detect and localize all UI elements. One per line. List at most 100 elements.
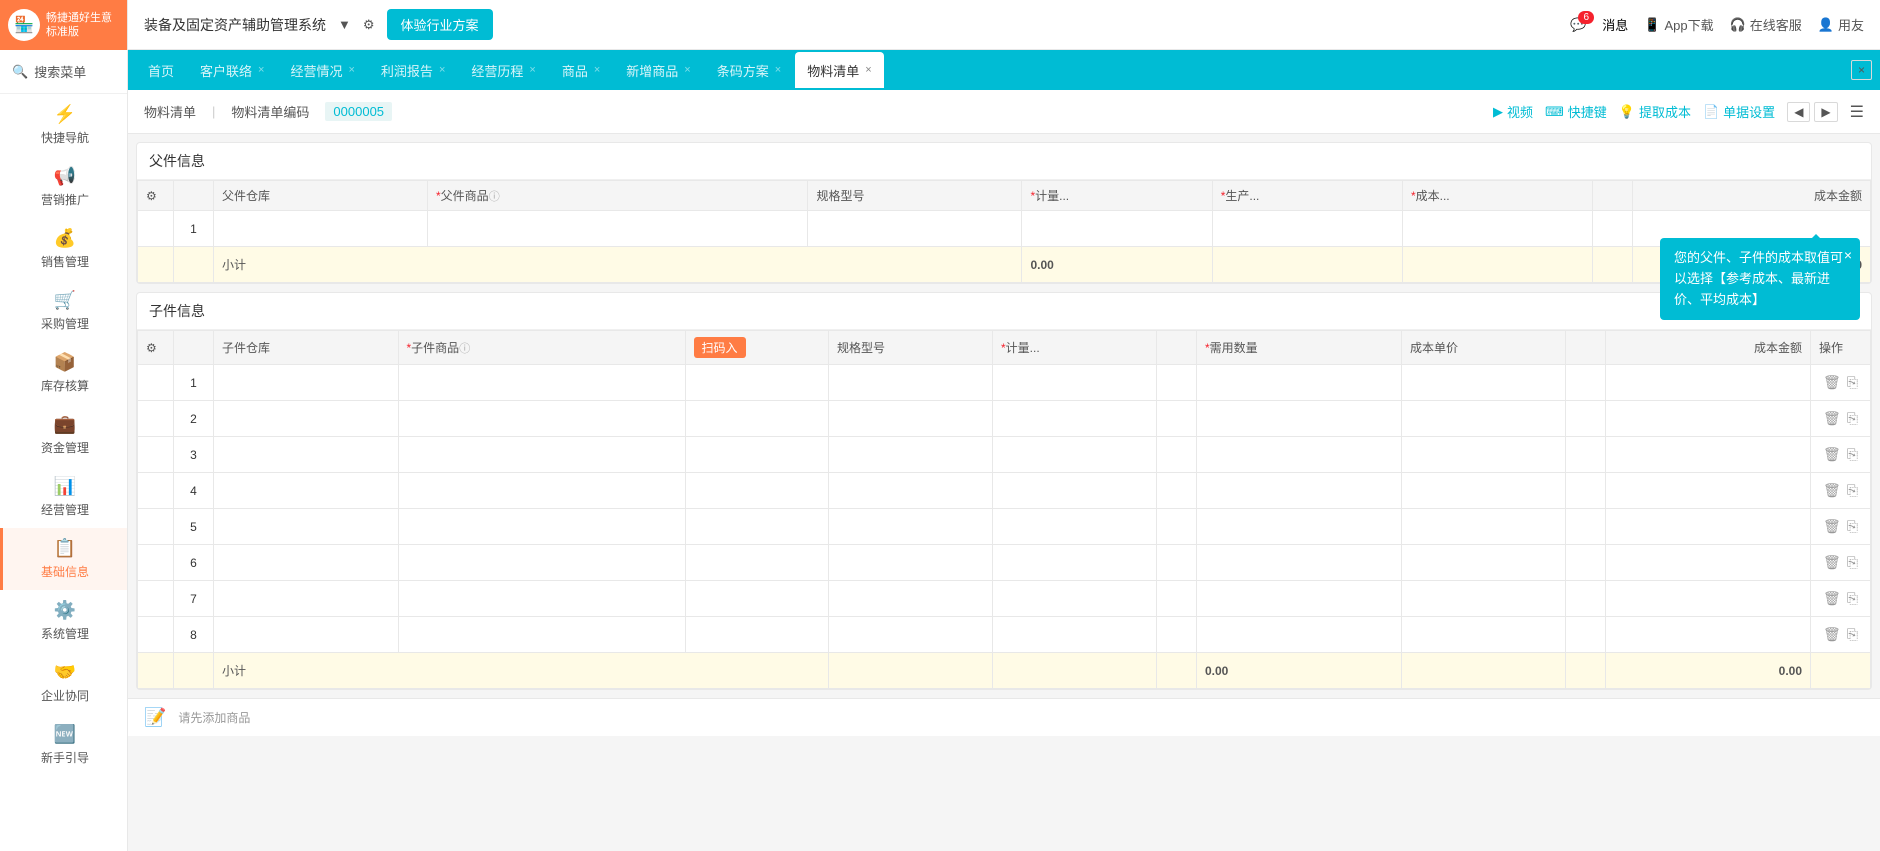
- tooltip-close-btn[interactable]: ×: [1844, 244, 1852, 266]
- child-row-2-unit[interactable]: [993, 401, 1157, 437]
- sidebar-item-sales[interactable]: 💰 销售管理: [0, 218, 127, 280]
- child-row-5-unit-price[interactable]: [1402, 509, 1566, 545]
- sidebar-item-ops[interactable]: 📊 经营管理: [0, 466, 127, 528]
- child-row-3-unit[interactable]: [993, 437, 1157, 473]
- parent-row-1-production[interactable]: [1212, 211, 1402, 247]
- sidebar-item-marketing[interactable]: 📢 营销推广: [0, 156, 127, 218]
- tab-close-bom[interactable]: ×: [865, 64, 871, 76]
- tab-bom[interactable]: 物料清单 ×: [795, 52, 883, 88]
- sidebar-item-system[interactable]: ⚙️ 系统管理: [0, 590, 127, 652]
- child-row-1-copy-icon[interactable]: ⎘: [1847, 374, 1858, 391]
- sidebar-item-finance[interactable]: 💼 资金管理: [0, 404, 127, 466]
- sidebar-item-basic[interactable]: 📋 基础信息: [0, 528, 127, 590]
- tab-operations[interactable]: 经营情况 ×: [278, 52, 366, 88]
- child-row-8-delete-icon[interactable]: 🗑: [1823, 626, 1841, 643]
- cost-action[interactable]: 💡 提取成本: [1619, 102, 1691, 121]
- tab-goods[interactable]: 商品 ×: [550, 52, 612, 88]
- child-row-8-spec[interactable]: [829, 617, 993, 653]
- child-row-7-goods[interactable]: [398, 581, 685, 617]
- search-menu-button[interactable]: 🔍 搜索菜单: [8, 58, 119, 85]
- child-row-5-spec[interactable]: [829, 509, 993, 545]
- child-row-7-unit-price[interactable]: [1402, 581, 1566, 617]
- child-row-6-warehouse[interactable]: [214, 545, 399, 581]
- parent-row-1-goods[interactable]: [428, 211, 808, 247]
- child-row-5-delete-icon[interactable]: 🗑: [1823, 518, 1841, 535]
- child-row-3-unit-price[interactable]: [1402, 437, 1566, 473]
- child-row-4-delete-icon[interactable]: 🗑: [1823, 482, 1841, 499]
- app-download-btn[interactable]: 📱 App下载: [1644, 15, 1713, 34]
- child-row-1-delete-icon[interactable]: 🗑: [1823, 374, 1841, 391]
- child-row-1-qty[interactable]: [1197, 365, 1402, 401]
- child-row-5-goods[interactable]: [398, 509, 685, 545]
- message-btn[interactable]: 💬 6: [1570, 17, 1586, 33]
- child-row-3-copy-icon[interactable]: ⎘: [1847, 446, 1858, 463]
- child-row-6-goods[interactable]: [398, 545, 685, 581]
- child-row-3-qty[interactable]: [1197, 437, 1402, 473]
- child-row-6-copy-icon[interactable]: ⎘: [1847, 554, 1858, 571]
- child-row-4-goods[interactable]: [398, 473, 685, 509]
- sidebar-item-collab[interactable]: 🤝 企业协同: [0, 652, 127, 714]
- child-row-2-spec[interactable]: [829, 401, 993, 437]
- parent-row-1-warehouse[interactable]: [214, 211, 428, 247]
- child-row-6-delete-icon[interactable]: 🗑: [1823, 554, 1841, 571]
- parent-row-1-spec[interactable]: [808, 211, 1022, 247]
- tab-close-barcode[interactable]: ×: [775, 64, 781, 76]
- child-row-8-goods[interactable]: [398, 617, 685, 653]
- child-row-7-delete-icon[interactable]: 🗑: [1823, 590, 1841, 607]
- child-row-7-warehouse[interactable]: [214, 581, 399, 617]
- dropdown-btn[interactable]: ▼: [338, 17, 351, 32]
- child-row-7-unit[interactable]: [993, 581, 1157, 617]
- prev-btn[interactable]: ◀: [1787, 102, 1810, 122]
- child-row-4-spec[interactable]: [829, 473, 993, 509]
- sidebar-item-quick-nav[interactable]: ⚡ 快捷导航: [0, 94, 127, 156]
- child-row-8-copy-icon[interactable]: ⎘: [1847, 626, 1858, 643]
- child-row-2-copy-icon[interactable]: ⎘: [1847, 410, 1858, 427]
- user-btn[interactable]: 👤 用友: [1818, 15, 1864, 34]
- tab-close-profit[interactable]: ×: [439, 64, 445, 76]
- grid-layout-icon[interactable]: ☰: [1850, 102, 1864, 122]
- tab-close-add-goods[interactable]: ×: [684, 64, 690, 76]
- child-row-5-copy-icon[interactable]: ⎘: [1847, 518, 1858, 535]
- tab-barcode[interactable]: 条码方案 ×: [705, 52, 793, 88]
- parent-row-1-unit[interactable]: [1022, 211, 1212, 247]
- tab-close-customer[interactable]: ×: [258, 64, 264, 76]
- child-row-8-warehouse[interactable]: [214, 617, 399, 653]
- child-row-2-warehouse[interactable]: [214, 401, 399, 437]
- child-row-8-unit-price[interactable]: [1402, 617, 1566, 653]
- child-row-2-unit-price[interactable]: [1402, 401, 1566, 437]
- child-row-6-qty[interactable]: [1197, 545, 1402, 581]
- child-row-3-goods[interactable]: [398, 437, 685, 473]
- parent-row-1-cost[interactable]: [1402, 211, 1592, 247]
- tab-add-goods[interactable]: 新增商品 ×: [614, 52, 702, 88]
- child-row-8-unit[interactable]: [993, 617, 1157, 653]
- close-all-btn[interactable]: ×: [1851, 60, 1872, 80]
- shortcut-action[interactable]: ⌨ 快捷键: [1545, 102, 1607, 121]
- tab-customer[interactable]: 客户联络 ×: [188, 52, 276, 88]
- child-row-2-qty[interactable]: [1197, 401, 1402, 437]
- child-row-1-spec[interactable]: [829, 365, 993, 401]
- child-row-4-unit-price[interactable]: [1402, 473, 1566, 509]
- view-action[interactable]: ▶ 视频: [1493, 102, 1533, 121]
- tab-profit[interactable]: 利润报告 ×: [369, 52, 457, 88]
- next-btn[interactable]: ▶: [1814, 102, 1837, 122]
- child-row-3-spec[interactable]: [829, 437, 993, 473]
- child-row-5-warehouse[interactable]: [214, 509, 399, 545]
- tab-close-history[interactable]: ×: [529, 64, 535, 76]
- child-row-7-spec[interactable]: [829, 581, 993, 617]
- child-row-4-warehouse[interactable]: [214, 473, 399, 509]
- child-row-3-warehouse[interactable]: [214, 437, 399, 473]
- add-row-icon[interactable]: 📝: [144, 707, 166, 728]
- child-row-4-qty[interactable]: [1197, 473, 1402, 509]
- child-row-2-goods[interactable]: [398, 401, 685, 437]
- sidebar-search-area[interactable]: 🔍 搜索菜单: [0, 50, 127, 94]
- online-service-btn[interactable]: 🎧 在线客服: [1730, 15, 1802, 34]
- doc-setting-action[interactable]: 📄 单据设置: [1703, 102, 1775, 121]
- child-row-2-delete-icon[interactable]: 🗑: [1823, 410, 1841, 427]
- tab-home[interactable]: 首页: [136, 52, 186, 88]
- child-row-5-qty[interactable]: [1197, 509, 1402, 545]
- child-row-7-qty[interactable]: [1197, 581, 1402, 617]
- child-row-1-warehouse[interactable]: [214, 365, 399, 401]
- child-row-1-unit-price[interactable]: [1402, 365, 1566, 401]
- child-row-1-goods[interactable]: [398, 365, 685, 401]
- child-row-1-unit[interactable]: [993, 365, 1157, 401]
